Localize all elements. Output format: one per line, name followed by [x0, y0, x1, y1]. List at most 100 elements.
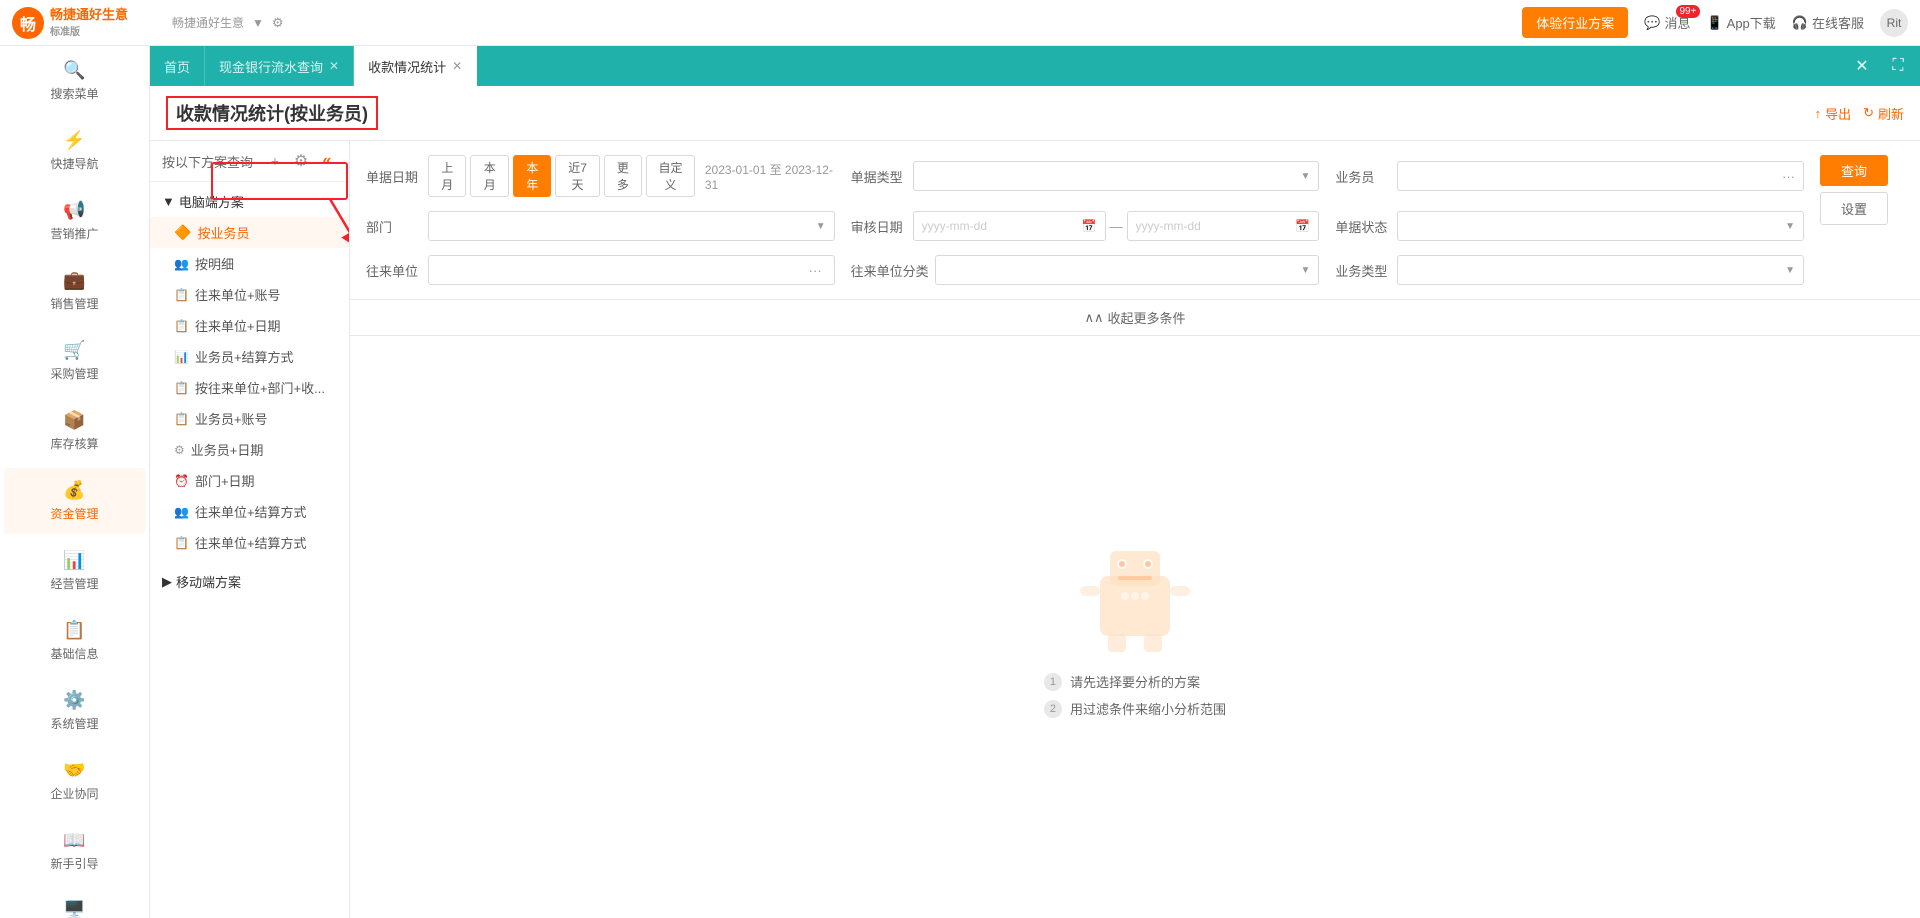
add-scheme-button[interactable]: +	[265, 151, 285, 171]
tab-close-all-icon[interactable]: ✕	[1848, 52, 1876, 80]
trial-button[interactable]: 体验行业方案	[1522, 7, 1628, 38]
user-avatar[interactable]: Rit	[1880, 9, 1908, 37]
tab-receipt-stats-close[interactable]: ✕	[452, 59, 462, 73]
tab-home[interactable]: 首页	[150, 46, 205, 86]
date-tab-this-year[interactable]: 本年	[513, 155, 551, 197]
date-tab-custom[interactable]: 自定义	[646, 155, 695, 197]
date-tab-this-month[interactable]: 本月	[470, 155, 508, 197]
export-button[interactable]: ↑ 导出	[1815, 104, 1852, 123]
logo-area: 畅 畅捷通好生意 标准版	[12, 7, 162, 39]
scheme-item-dept-date[interactable]: ⏰ 部门+日期	[150, 465, 349, 496]
system-icon: ⚙️	[63, 690, 85, 711]
sidebar-item-guide[interactable]: 📖 新手引导	[4, 818, 145, 884]
mobile-scheme-group-title[interactable]: ▶ 移动端方案	[150, 566, 349, 597]
scheme-item-label: 业务员+日期	[191, 440, 264, 459]
salesperson-input[interactable]: ···	[1397, 161, 1804, 191]
collapse-panel-button[interactable]: «	[317, 151, 337, 171]
sidebar-item-finance[interactable]: 💰 资金管理	[4, 468, 145, 534]
active-scheme-icon: 🔶	[174, 224, 191, 241]
date-filter-item: 单据日期 上月 本月 本年 近7天 更多 自定义	[366, 155, 835, 197]
voucher-type-select[interactable]: ▼	[913, 161, 1320, 191]
tab-receipt-stats[interactable]: 收款情况统计 ✕	[354, 46, 477, 86]
sidebar-item-search[interactable]: 🔍 搜索菜单	[4, 48, 145, 114]
scheme-item-salesperson-date[interactable]: ⚙ 业务员+日期	[150, 434, 349, 465]
breadcrumb-item: 畅捷通好生意	[172, 14, 244, 31]
filter-row-3: 往来单位 ··· 往来单位分类	[366, 255, 1904, 285]
scheme-item-label: 部门+日期	[195, 471, 255, 490]
date-separator: —	[1110, 219, 1123, 234]
gear-icon[interactable]: ⚙	[272, 15, 284, 31]
scheme-group-mobile: ▶ 移动端方案	[150, 562, 349, 601]
empty-hint-2: 2 用过滤条件来缩小分析范围	[1044, 699, 1226, 718]
sidebar-item-marketing[interactable]: 📢 营销推广	[4, 188, 145, 254]
sidebar-label: 基础信息	[50, 645, 98, 662]
collapse-bar[interactable]: ∧∧ 收起更多条件	[350, 300, 1920, 336]
tab-fullscreen-icon[interactable]: ⛶	[1884, 52, 1912, 80]
hint-text-2: 用过滤条件来缩小分析范围	[1070, 699, 1226, 718]
sidebar-item-operations[interactable]: 📊 经营管理	[4, 538, 145, 604]
scheme-item-label: 业务员+账号	[195, 409, 268, 428]
empty-area: 1 请先选择要分析的方案 2 用过滤条件来缩小分析范围	[350, 336, 1920, 918]
empty-hints: 1 请先选择要分析的方案 2 用过滤条件来缩小分析范围	[1044, 672, 1226, 718]
logo-text: 畅捷通好生意	[50, 7, 128, 23]
sidebar-label: 企业协同	[50, 785, 98, 802]
counterpart-category-select[interactable]: ▼	[935, 255, 1320, 285]
scheme-item-detail[interactable]: 👥 按明细	[150, 248, 349, 279]
voucher-status-select[interactable]: ▼	[1397, 211, 1804, 241]
desktop-scheme-group-title[interactable]: ▼ 电脑端方案	[150, 186, 349, 217]
message-action[interactable]: 💬 消息 99+	[1644, 13, 1690, 32]
unit-account-icon: 📋	[174, 288, 189, 302]
scheme-settings-button[interactable]: ⚙	[291, 151, 311, 171]
query-buttons: 查询 设置	[1820, 155, 1888, 225]
tab-bar-actions: ✕ ⛶	[1848, 52, 1920, 80]
date-tab-7days[interactable]: 近7天	[555, 155, 599, 197]
scheme-item-salesperson-settlement[interactable]: 📊 业务员+结算方式	[150, 341, 349, 372]
sidebar-item-basics[interactable]: 📋 基础信息	[4, 608, 145, 674]
scheme-item-unit-account[interactable]: 📋 往来单位+账号	[150, 279, 349, 310]
inventory-icon: 📦	[63, 410, 85, 431]
scheme-item-salesperson-account[interactable]: 📋 业务员+账号	[150, 403, 349, 434]
collapse-label: 收起更多条件	[1108, 308, 1186, 327]
panel-title: 按以下方案查询	[162, 152, 253, 171]
scheme-item-salesperson[interactable]: 🔶 按业务员	[150, 217, 349, 248]
online-service-action[interactable]: 🎧 在线客服	[1792, 13, 1864, 32]
dept-select[interactable]: ▼	[428, 211, 835, 241]
review-date-start-input[interactable]: yyyy-mm-dd 📅	[913, 211, 1106, 241]
query-button[interactable]: 查询	[1820, 155, 1888, 186]
sidebar-label: 库存核算	[50, 435, 98, 452]
calendar-start-icon: 📅	[1082, 219, 1097, 233]
biz-type-filter: 业务类型 ▼	[1335, 255, 1804, 285]
sidebar-item-hardware[interactable]: 🖥️ 智能硬件	[4, 888, 145, 918]
scheme-item-unit-settlement2[interactable]: 📋 往来单位+结算方式	[150, 527, 349, 558]
review-date-end-input[interactable]: yyyy-mm-dd 📅	[1127, 211, 1320, 241]
tab-bank-flow-close[interactable]: ✕	[329, 59, 339, 73]
counterpart-more-icon[interactable]: ···	[805, 263, 826, 278]
review-date-label: 审核日期	[851, 217, 907, 236]
scheme-item-unit-date[interactable]: 📋 往来单位+日期	[150, 310, 349, 341]
date-tab-last-month[interactable]: 上月	[428, 155, 466, 197]
message-icon: 💬	[1644, 15, 1660, 31]
finance-icon: 💰	[63, 480, 85, 501]
app-download-action[interactable]: 📱 App下载	[1706, 13, 1775, 32]
refresh-label: 刷新	[1878, 104, 1904, 123]
biz-type-label: 业务类型	[1335, 261, 1391, 280]
online-service-label: 在线客服	[1812, 13, 1864, 32]
export-label: 导出	[1825, 104, 1851, 123]
sidebar-item-system[interactable]: ⚙️ 系统管理	[4, 678, 145, 744]
salesperson-date-icon: ⚙	[174, 443, 185, 457]
tab-bank-flow[interactable]: 现金银行流水查询 ✕	[205, 46, 354, 86]
sidebar-item-purchase[interactable]: 🛒 采购管理	[4, 328, 145, 394]
sidebar-item-inventory[interactable]: 📦 库存核算	[4, 398, 145, 464]
counterpart-label: 往来单位	[366, 261, 422, 280]
scheme-item-unit-settlement1[interactable]: 👥 往来单位+结算方式	[150, 496, 349, 527]
sidebar-item-collab[interactable]: 🤝 企业协同	[4, 748, 145, 814]
scheme-item-unit-dept[interactable]: 📋 按往来单位+部门+收...	[150, 372, 349, 403]
scheme-item-label: 按明细	[195, 254, 234, 273]
refresh-button[interactable]: ↻ 刷新	[1863, 104, 1904, 123]
date-tab-more[interactable]: 更多	[604, 155, 642, 197]
sidebar-item-quicknav[interactable]: ⚡ 快捷导航	[4, 118, 145, 184]
sidebar-item-sales[interactable]: 💼 销售管理	[4, 258, 145, 324]
filter-setting-button[interactable]: 设置	[1820, 192, 1888, 225]
biz-type-select[interactable]: ▼	[1397, 255, 1804, 285]
counterpart-input[interactable]: ···	[428, 255, 835, 285]
